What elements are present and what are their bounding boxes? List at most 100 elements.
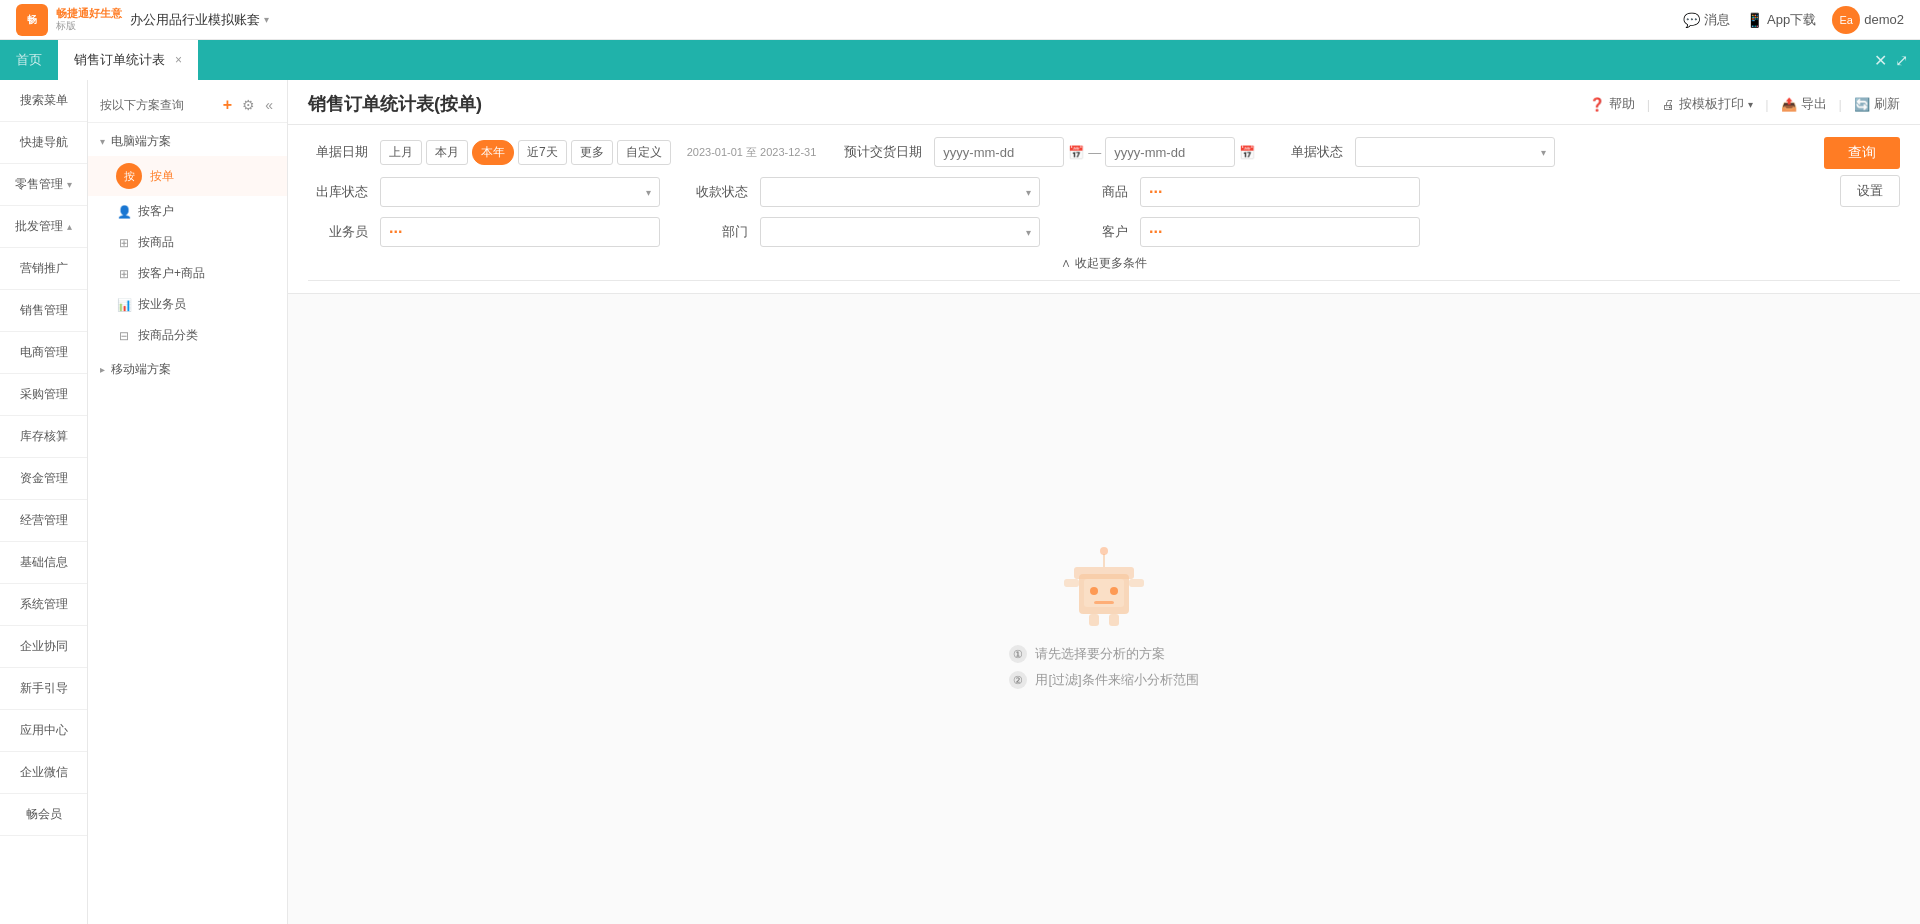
sidebar-item-membership[interactable]: 畅会员 — [0, 794, 87, 836]
delivery-status-select[interactable]: ▾ — [380, 177, 660, 207]
grid2-icon: ⊞ — [116, 267, 132, 281]
app-download-btn[interactable]: 📱 App下载 — [1746, 11, 1816, 29]
right-panel: 销售订单统计表(按单) ❓ 帮助 | 🖨 按模板打印 ▾ | 📤 — [288, 80, 1920, 924]
left-panel-actions: + ⚙ « — [221, 94, 275, 116]
scheme-item-by-order-label: 按单 — [150, 168, 174, 185]
product-ellipsis-icon[interactable]: ··· — [1149, 183, 1162, 201]
custom-btn[interactable]: 自定义 — [617, 140, 671, 165]
account-dropdown[interactable]: 办公用品行业模拟账套 ▾ — [130, 11, 269, 29]
account-arrow-icon: ▾ — [264, 14, 269, 25]
help-label: 帮助 — [1609, 95, 1635, 113]
sidebar-item-enterprise[interactable]: 企业协同 — [0, 626, 87, 668]
message-btn[interactable]: 💬 消息 — [1683, 11, 1730, 29]
product-select[interactable]: ··· — [1140, 177, 1420, 207]
customer-select[interactable]: ··· — [1140, 217, 1420, 247]
tab-close-icon[interactable]: × — [175, 53, 182, 67]
scheme-item-by-salesperson-label: 按业务员 — [138, 296, 186, 313]
scheme-settings-btn[interactable]: ⚙ — [240, 94, 257, 116]
export-btn[interactable]: 📤 导出 — [1781, 95, 1827, 113]
salesperson-ellipsis-icon[interactable]: ··· — [389, 223, 402, 241]
sidebar-item-search-menu[interactable]: 搜索菜单 — [0, 80, 87, 122]
sidebar-item-ecommerce[interactable]: 电商管理 — [0, 332, 87, 374]
this-month-btn[interactable]: 本月 — [426, 140, 468, 165]
svg-rect-10 — [1089, 614, 1099, 626]
filter-row-2: 出库状态 ▾ 收款状态 ▾ 商品 ··· — [308, 177, 1800, 207]
filter-row-1: 单据日期 上月 本月 本年 近7天 更多 自定义 2023-01-01 至 20… — [308, 137, 1800, 167]
user-profile[interactable]: Ea demo2 — [1832, 6, 1904, 34]
sidebar-basic-info-label: 基础信息 — [20, 555, 68, 569]
last-month-btn[interactable]: 上月 — [380, 140, 422, 165]
scheme-group-pc-header[interactable]: ▾ 电脑端方案 — [88, 127, 287, 156]
sidebar-new-guide-label: 新手引导 — [20, 681, 68, 695]
scheme-item-by-product-category[interactable]: ⊟ 按商品分类 — [88, 320, 287, 351]
salesperson-select[interactable]: ··· — [380, 217, 660, 247]
expected-date-group: 📅 — 📅 — [934, 137, 1255, 167]
topbar-left: 畅 畅捷通好生意 标版 办公用品行业模拟账套 ▾ — [16, 4, 269, 36]
payment-status-label: 收款状态 — [688, 183, 748, 201]
sidebar-item-purchase[interactable]: 采购管理 — [0, 374, 87, 416]
this-year-btn[interactable]: 本年 — [472, 140, 514, 165]
sidebar-item-sales[interactable]: 销售管理 — [0, 290, 87, 332]
tab-home[interactable]: 首页 — [0, 40, 58, 80]
template-print-btn[interactable]: 🖨 按模板打印 ▾ — [1662, 95, 1753, 113]
refresh-btn[interactable]: 🔄 刷新 — [1854, 95, 1900, 113]
more-btn[interactable]: 更多 — [571, 140, 613, 165]
sidebar-item-inventory[interactable]: 库存核算 — [0, 416, 87, 458]
scheme-add-btn[interactable]: + — [221, 94, 234, 116]
svg-point-7 — [1100, 547, 1108, 555]
help-btn[interactable]: ❓ 帮助 — [1589, 95, 1635, 113]
scheme-item-by-customer[interactable]: 👤 按客户 — [88, 196, 287, 227]
query-action-group: 查询 设置 — [1812, 137, 1900, 207]
calendar-end-icon[interactable]: 📅 — [1239, 145, 1255, 160]
sidebar-item-enterprise-wechat[interactable]: 企业微信 — [0, 752, 87, 794]
delivery-status-label: 出库状态 — [308, 183, 368, 201]
salesperson-label: 业务员 — [308, 223, 368, 241]
payment-status-select[interactable]: ▾ — [760, 177, 1040, 207]
doc-status-select[interactable]: ▾ — [1355, 137, 1555, 167]
scheme-item-by-salesperson[interactable]: 📊 按业务员 — [88, 289, 287, 320]
tip-num-1: ① — [1009, 645, 1027, 663]
sidebar-item-basic-info[interactable]: 基础信息 — [0, 542, 87, 584]
sidebar-item-system[interactable]: 系统管理 — [0, 584, 87, 626]
message-icon: 💬 — [1683, 12, 1700, 28]
expand-window-btn[interactable]: ⤢ — [1895, 51, 1908, 70]
dept-select[interactable]: ▾ — [760, 217, 1040, 247]
scheme-group-mobile-header[interactable]: ▸ 移动端方案 — [88, 355, 287, 384]
sidebar-item-quick-nav[interactable]: 快捷导航 — [0, 122, 87, 164]
refresh-label: 刷新 — [1874, 95, 1900, 113]
scheme-item-by-order[interactable]: 按 按单 — [88, 156, 287, 196]
expected-date-start-input[interactable] — [934, 137, 1064, 167]
page-actions: ❓ 帮助 | 🖨 按模板打印 ▾ | 📤 导出 | — [1589, 95, 1900, 113]
sidebar-item-new-guide[interactable]: 新手引导 — [0, 668, 87, 710]
customer-ellipsis-icon[interactable]: ··· — [1149, 223, 1162, 241]
main-layout: 搜索菜单 快捷导航 零售管理 ▾ 批发管理 ▴ 营销推广 销售管理 电商管理 采… — [0, 80, 1920, 924]
sidebar-item-retail[interactable]: 零售管理 ▾ — [0, 164, 87, 206]
expected-date-end-input[interactable] — [1105, 137, 1235, 167]
scheme-item-by-customer-product[interactable]: ⊞ 按客户+商品 — [88, 258, 287, 289]
logo: 畅 — [16, 4, 48, 36]
calendar-start-icon[interactable]: 📅 — [1068, 145, 1084, 160]
svg-rect-11 — [1109, 614, 1119, 626]
avatar: Ea — [1832, 6, 1860, 34]
query-btn[interactable]: 查询 — [1824, 137, 1900, 169]
app-download-label: App下载 — [1767, 11, 1816, 29]
scheme-group-pc: ▾ 电脑端方案 按 按单 👤 按客户 ⊞ 按商品 — [88, 127, 287, 351]
scheme-item-by-product[interactable]: ⊞ 按商品 — [88, 227, 287, 258]
bar-chart-icon: 📊 — [116, 298, 132, 312]
close-window-btn[interactable]: ✕ — [1874, 51, 1887, 70]
filter-area: 单据日期 上月 本月 本年 近7天 更多 自定义 2023-01-01 至 20… — [288, 125, 1920, 294]
sidebar-item-operations[interactable]: 经营管理 — [0, 500, 87, 542]
empty-illustration — [1054, 529, 1154, 629]
reset-btn[interactable]: 设置 — [1840, 175, 1900, 207]
svg-rect-4 — [1094, 601, 1114, 604]
sidebar-item-wholesale[interactable]: 批发管理 ▴ — [0, 206, 87, 248]
sidebar-item-marketing[interactable]: 营销推广 — [0, 248, 87, 290]
collapse-more-btn[interactable]: ∧ 收起更多条件 — [308, 247, 1900, 281]
scheme-collapse-btn[interactable]: « — [263, 94, 275, 116]
last-7-days-btn[interactable]: 近7天 — [518, 140, 567, 165]
sidebar-item-finance[interactable]: 资金管理 — [0, 458, 87, 500]
tab-sales-order-stats[interactable]: 销售订单统计表 × — [58, 40, 198, 80]
scheme-item-by-product-label: 按商品 — [138, 234, 174, 251]
sidebar-item-app-center[interactable]: 应用中心 — [0, 710, 87, 752]
export-label: 导出 — [1801, 95, 1827, 113]
